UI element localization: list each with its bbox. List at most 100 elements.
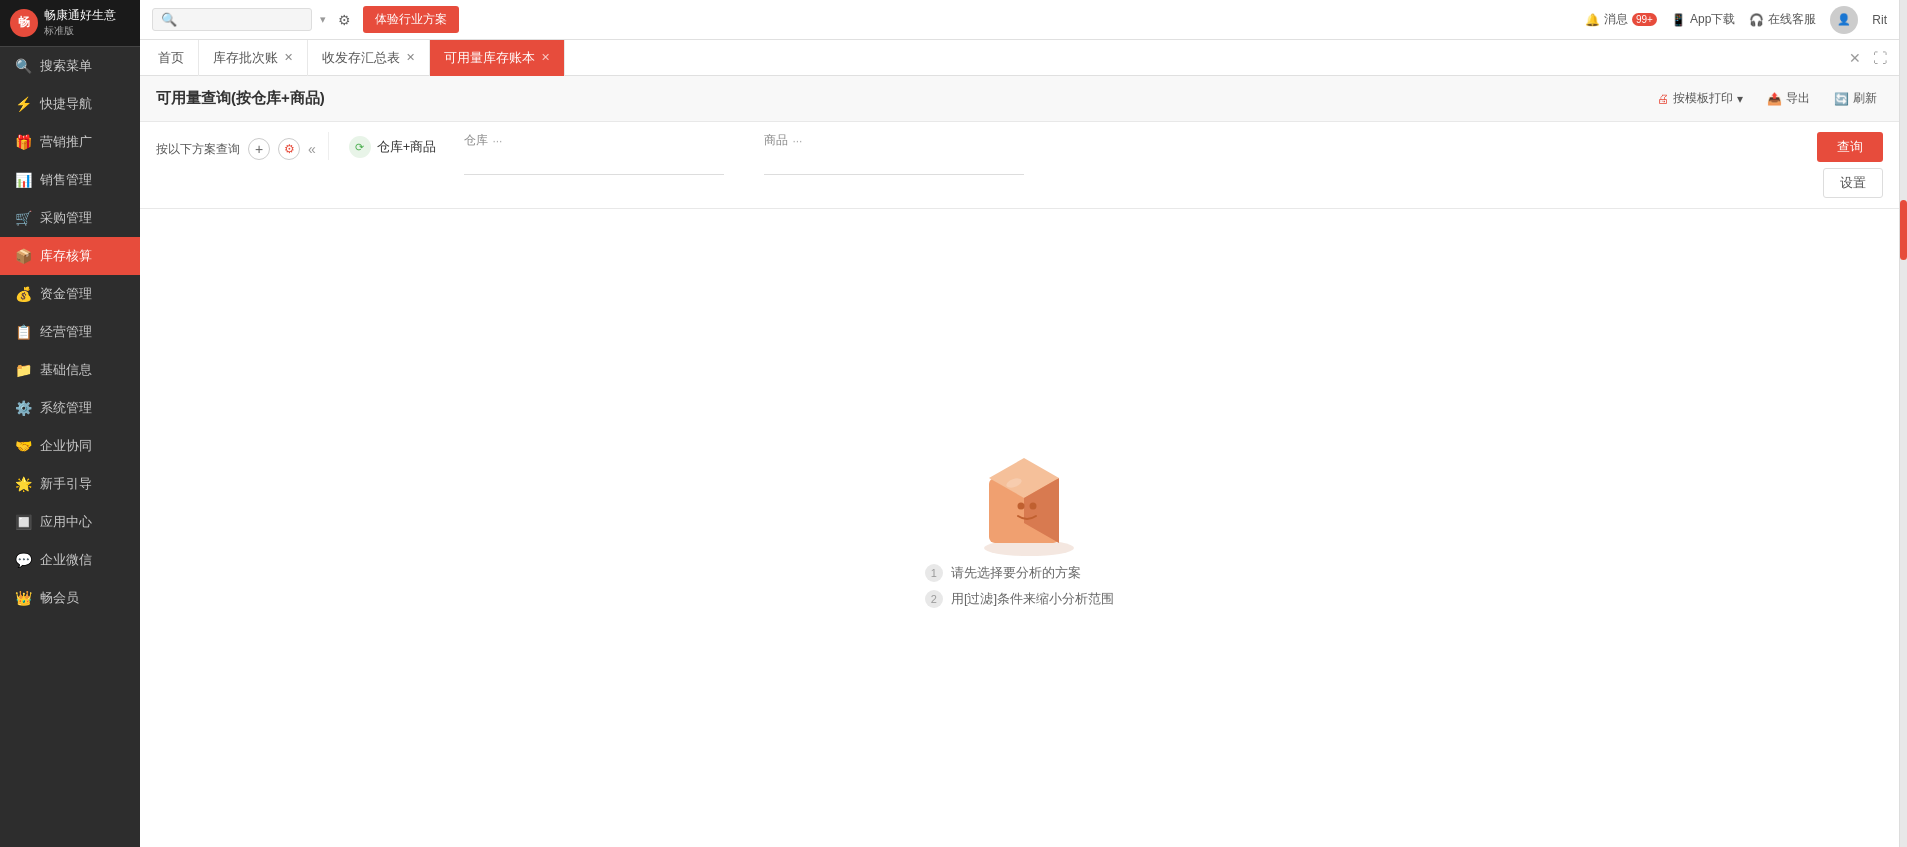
print-chevron-icon[interactable]: ▾ <box>1737 92 1743 106</box>
product-label: 商品 ··· <box>764 132 1024 149</box>
empty-hints: 1 请先选择要分析的方案 2 用[过滤]条件来缩小分析范围 <box>925 564 1114 608</box>
empty-hint-2: 2 用[过滤]条件来缩小分析范围 <box>925 590 1114 608</box>
tab-close-icon[interactable]: ✕ <box>541 52 550 63</box>
sidebar-item-label: 营销推广 <box>40 133 92 151</box>
page-title: 可用量查询(按仓库+商品) <box>156 89 325 108</box>
filter-add-button[interactable]: + <box>248 138 270 160</box>
sidebar-item-label: 畅会员 <box>40 589 79 607</box>
sidebar-item-system[interactable]: ⚙️ 系统管理 <box>0 389 140 427</box>
sidebar-item-sales[interactable]: 📊 销售管理 <box>0 161 140 199</box>
topbar-chevron-icon[interactable]: ▾ <box>320 13 326 26</box>
sidebar-item-wechat[interactable]: 💬 企业微信 <box>0 541 140 579</box>
tabs-close-all-icon[interactable]: ✕ <box>1845 46 1865 70</box>
sidebar-item-label: 资金管理 <box>40 285 92 303</box>
topbar: 🔍 ▾ ⚙ 体验行业方案 🔔 消息 99+ 📱 App下载 🎧 在线客服 👤 <box>140 0 1899 40</box>
notifications-button[interactable]: 🔔 消息 99+ <box>1585 11 1657 28</box>
right-scrollbar[interactable] <box>1899 0 1907 847</box>
tab-home[interactable]: 首页 <box>144 40 199 76</box>
tabs-bar: 首页 库存批次账 ✕ 收发存汇总表 ✕ 可用量库存账本 ✕ ✕ ⛶ <box>140 40 1899 76</box>
sidebar-item-search[interactable]: 🔍 搜索菜单 <box>0 47 140 85</box>
product-input[interactable] <box>764 151 1024 175</box>
print-button[interactable]: 🖨 按模板打印 ▾ <box>1651 86 1749 111</box>
tab-receipt-summary[interactable]: 收发存汇总表 ✕ <box>308 40 430 76</box>
sidebar-item-label: 销售管理 <box>40 171 92 189</box>
tab-batch-ledger[interactable]: 库存批次账 ✕ <box>199 40 308 76</box>
filter-label: 按以下方案查询 <box>156 141 240 158</box>
search-input[interactable] <box>181 13 303 27</box>
app-title: 畅康通好生意 <box>44 8 116 24</box>
warehouse-input[interactable] <box>464 151 724 175</box>
sidebar-item-finance[interactable]: 💰 资金管理 <box>0 275 140 313</box>
refresh-button[interactable]: 🔄 刷新 <box>1828 86 1883 111</box>
topbar-gear-icon[interactable]: ⚙ <box>334 8 355 32</box>
user-avatar[interactable]: 👤 <box>1830 6 1858 34</box>
filter-scheme-warehouse-product[interactable]: ⟳ 仓库+商品 <box>341 132 445 162</box>
topbar-right: 🔔 消息 99+ 📱 App下载 🎧 在线客服 👤 Rit <box>1585 6 1887 34</box>
warehouse-filter-field: 仓库 ··· <box>464 132 724 175</box>
scheme-name: 仓库+商品 <box>377 138 437 156</box>
settings-button[interactable]: 设置 <box>1823 168 1883 198</box>
hint-num-2: 2 <box>925 590 943 608</box>
sidebar-item-basic[interactable]: 📁 基础信息 <box>0 351 140 389</box>
empty-illustration <box>969 448 1069 548</box>
member-icon: 👑 <box>14 590 32 606</box>
enterprise-icon: 🤝 <box>14 438 32 454</box>
sidebar-item-label: 系统管理 <box>40 399 92 417</box>
search-icon: 🔍 <box>161 12 177 27</box>
shortcut-icon: ⚡ <box>14 96 32 112</box>
basic-icon: 📁 <box>14 362 32 378</box>
online-service-button[interactable]: 🎧 在线客服 <box>1749 11 1816 28</box>
tab-available-ledger[interactable]: 可用量库存账本 ✕ <box>430 40 565 76</box>
print-label: 按模板打印 <box>1673 90 1733 107</box>
app-download-button[interactable]: 📱 App下载 <box>1671 11 1735 28</box>
sidebar-title-block: 畅康通好生意 标准版 <box>44 8 116 38</box>
tab-close-icon[interactable]: ✕ <box>284 52 293 63</box>
headset-icon: 🎧 <box>1749 13 1764 27</box>
filter-collapse-button[interactable]: « <box>308 141 316 157</box>
main-content: 🔍 ▾ ⚙ 体验行业方案 🔔 消息 99+ 📱 App下载 🎧 在线客服 👤 <box>140 0 1899 847</box>
scheme-icon: ⟳ <box>349 136 371 158</box>
username-label: Rit <box>1872 13 1887 27</box>
tab-close-icon[interactable]: ✕ <box>406 52 415 63</box>
sidebar-header: 畅 畅康通好生意 标准版 <box>0 0 140 47</box>
sidebar-item-newbie[interactable]: 🌟 新手引导 <box>0 465 140 503</box>
filter-scheme-list: ⟳ 仓库+商品 <box>341 132 445 162</box>
export-button[interactable]: 📤 导出 <box>1761 86 1816 111</box>
sidebar-item-purchase[interactable]: 🛒 采购管理 <box>0 199 140 237</box>
scrollbar-thumb <box>1900 200 1907 260</box>
filter-actions: 查询 设置 <box>1817 132 1883 198</box>
tabs-actions: ✕ ⛶ <box>1837 46 1899 70</box>
inventory-icon: 📦 <box>14 248 32 264</box>
sidebar-item-apps[interactable]: 🔲 应用中心 <box>0 503 140 541</box>
sidebar-item-marketing[interactable]: 🎁 营销推广 <box>0 123 140 161</box>
sidebar-item-inventory[interactable]: 📦 库存核算 <box>0 237 140 275</box>
sidebar-item-label: 经营管理 <box>40 323 92 341</box>
sidebar-item-shortcut[interactable]: ⚡ 快捷导航 <box>0 85 140 123</box>
sidebar-item-enterprise[interactable]: 🤝 企业协同 <box>0 427 140 465</box>
tabs-expand-icon[interactable]: ⛶ <box>1869 46 1891 70</box>
filter-settings-button[interactable]: ⚙ <box>278 138 300 160</box>
sales-icon: 📊 <box>14 172 32 188</box>
sidebar-item-label: 企业协同 <box>40 437 92 455</box>
sidebar-scroll: 🔍 搜索菜单 ⚡ 快捷导航 🎁 营销推广 📊 销售管理 🛒 采购管理 📦 库存核… <box>0 47 140 847</box>
refresh-icon: 🔄 <box>1834 92 1849 106</box>
sidebar-item-member[interactable]: 👑 畅会员 <box>0 579 140 617</box>
purchase-icon: 🛒 <box>14 210 32 226</box>
phone-icon: 📱 <box>1671 13 1686 27</box>
sidebar-item-operations[interactable]: 📋 经营管理 <box>0 313 140 351</box>
sidebar-item-label: 应用中心 <box>40 513 92 531</box>
empty-state: 1 请先选择要分析的方案 2 用[过滤]条件来缩小分析范围 <box>925 448 1114 608</box>
empty-svg <box>969 448 1089 558</box>
product-more-btn[interactable]: ··· <box>792 134 802 148</box>
bell-icon: 🔔 <box>1585 13 1600 27</box>
sidebar-item-label: 搜索菜单 <box>40 57 92 75</box>
svg-point-4 <box>1018 503 1025 510</box>
topbar-search-box[interactable]: 🔍 <box>152 8 312 31</box>
query-button[interactable]: 查询 <box>1817 132 1883 162</box>
service-label: 在线客服 <box>1768 11 1816 28</box>
warehouse-more-btn[interactable]: ··· <box>492 134 502 148</box>
hint-text-1: 请先选择要分析的方案 <box>951 564 1081 582</box>
industry-solution-button[interactable]: 体验行业方案 <box>363 6 459 33</box>
refresh-label: 刷新 <box>1853 90 1877 107</box>
marketing-icon: 🎁 <box>14 134 32 150</box>
